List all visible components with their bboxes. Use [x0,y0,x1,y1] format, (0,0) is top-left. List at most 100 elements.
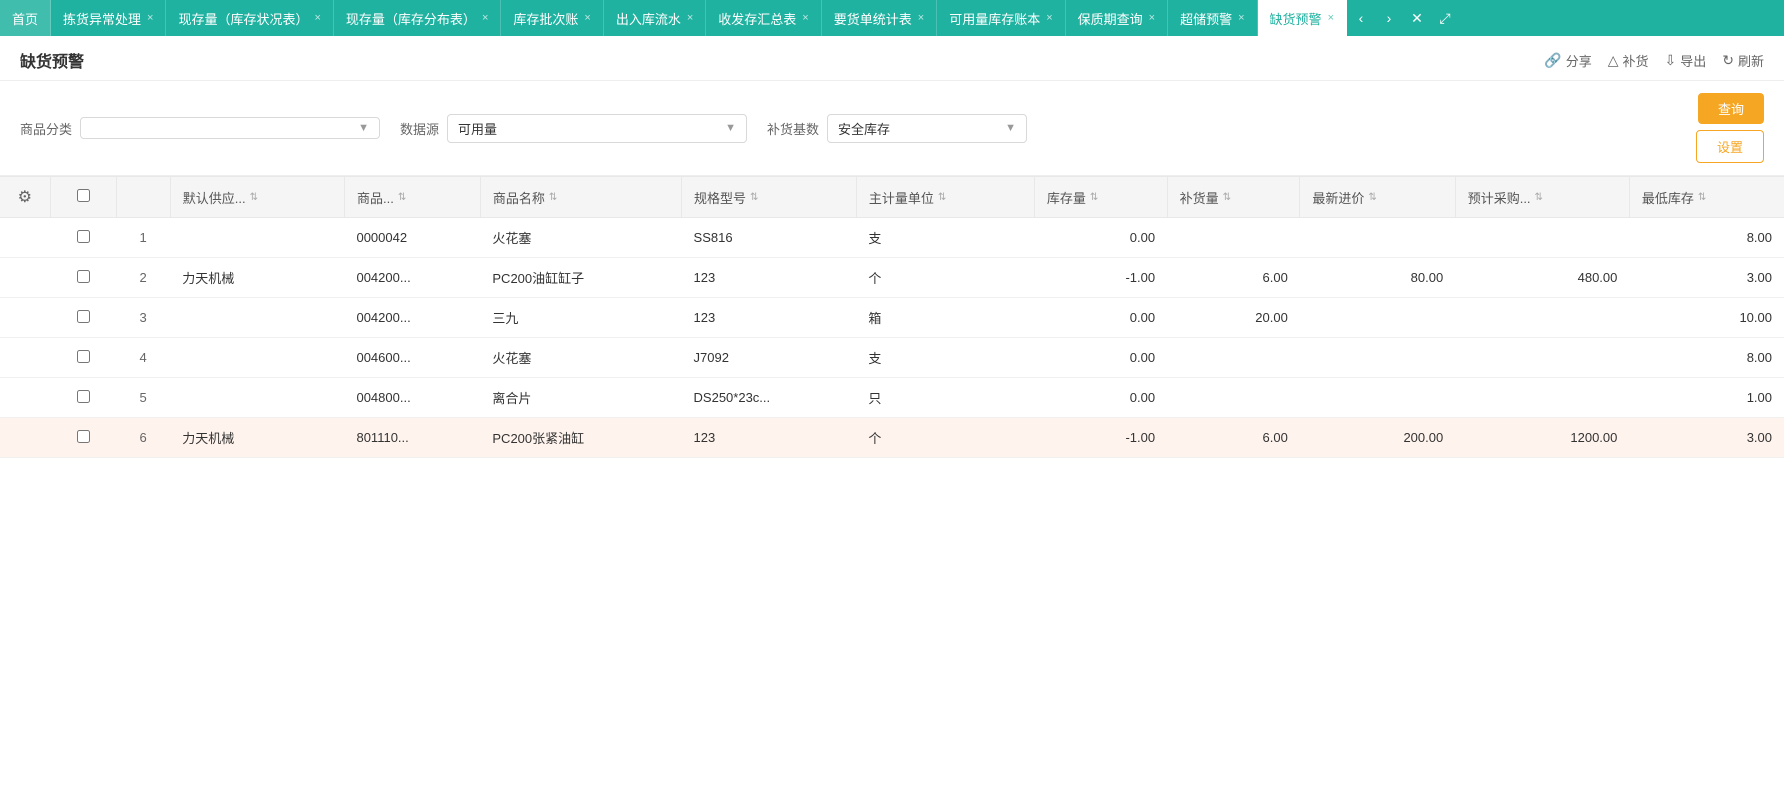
td-default-supplier [170,338,344,378]
tab-expiry[interactable]: 保质期查询 × [1066,0,1168,36]
row-checkbox[interactable] [77,350,90,363]
td-checkbox[interactable] [50,298,116,338]
tab-close-in-out-flow[interactable]: × [687,12,693,24]
tab-close-recv-summary[interactable]: × [802,12,808,24]
td-checkbox[interactable] [50,218,116,258]
replenish-base-label: 补货基数 [767,119,819,138]
tab-close-available-ledger[interactable]: × [1046,12,1052,24]
tab-close-all[interactable]: ✕ [1403,0,1431,36]
th-product-code[interactable]: 商品... ⇅ [344,177,480,218]
tab-close-stock-dist[interactable]: × [482,12,488,24]
tab-close-stock-status[interactable]: × [314,12,320,24]
tab-close-expiry[interactable]: × [1149,12,1155,24]
th-latest-price[interactable]: 最新进价 ⇅ [1300,177,1455,218]
th-estimated-purchase[interactable]: 预计采购... ⇅ [1455,177,1629,218]
main-content: 缺货预警 🔗 分享 △ 补货 ⇩ 导出 ↻ 刷新 商品分类 [0,36,1784,796]
tab-close-batch-account[interactable]: × [584,12,590,24]
tab-overstock[interactable]: 超储预警 × [1168,0,1257,36]
tab-order-stats[interactable]: 要货单统计表 × [822,0,937,36]
replenish-button[interactable]: △ 补货 [1608,51,1649,70]
td-row-num: 2 [116,258,170,298]
td-min-stock: 8.00 [1629,338,1784,378]
tab-in-out-flow[interactable]: 出入库流水 × [604,0,706,36]
tab-close-shortage[interactable]: × [1328,12,1334,24]
td-default-supplier: 力天机械 [170,258,344,298]
table-row: 5 004800... 离合片 DS250*23c... 只 0.00 1.00 [0,378,1784,418]
sort-icon-replenish: ⇅ [1223,192,1231,203]
query-button[interactable]: 查询 [1698,93,1764,124]
td-product-code: 004200... [344,298,480,338]
tab-abnormal[interactable]: 拣货异常处理 × [51,0,166,36]
th-gear: ⚙ [0,177,50,218]
td-row-num: 1 [116,218,170,258]
chevron-down-icon-3: ▼ [1005,122,1016,134]
td-product-name: 离合片 [480,378,681,418]
sort-icon-unit: ⇅ [938,192,946,203]
th-product-name[interactable]: 商品名称 ⇅ [480,177,681,218]
refresh-button[interactable]: ↻ 刷新 [1722,51,1764,70]
td-spec: J7092 [682,338,857,378]
category-select[interactable]: ▼ [80,117,380,139]
datasource-select[interactable]: 可用量 ▼ [447,114,747,143]
tab-stock-dist[interactable]: 现存量（库存分布表） × [334,0,501,36]
sort-icon-stock: ⇅ [1090,192,1098,203]
sort-icon-min-stock: ⇅ [1698,192,1706,203]
table-row: 2 力天机械 004200... PC200油缸缸子 123 个 -1.00 6… [0,258,1784,298]
row-checkbox[interactable] [77,430,90,443]
tab-maximize[interactable]: ⤢ [1431,0,1459,36]
table-row: 6 力天机械 801110... PC200张紧油缸 123 个 -1.00 6… [0,418,1784,458]
table-row: 4 004600... 火花塞 J7092 支 0.00 8.00 [0,338,1784,378]
replenish-icon: △ [1608,52,1619,69]
tab-scroll-right[interactable]: › [1375,0,1403,36]
gear-icon[interactable]: ⚙ [18,189,32,206]
row-checkbox[interactable] [77,390,90,403]
export-button[interactable]: ⇩ 导出 [1665,51,1707,70]
tab-close-order-stats[interactable]: × [918,12,924,24]
filter-right: 查询 设置 [1696,93,1764,163]
tab-shortage[interactable]: 缺货预警 × [1258,0,1347,36]
tab-close-overstock[interactable]: × [1238,12,1244,24]
sort-icon-supplier: ⇅ [250,192,258,203]
tab-stock-status[interactable]: 现存量（库存状况表） × [166,0,333,36]
td-product-name: PC200张紧油缸 [480,418,681,458]
td-row-num: 5 [116,378,170,418]
th-stock[interactable]: 库存量 ⇅ [1034,177,1167,218]
settings-button[interactable]: 设置 [1696,130,1764,163]
tab-available-ledger[interactable]: 可用量库存账本 × [937,0,1065,36]
tab-recv-summary[interactable]: 收发存汇总表 × [706,0,821,36]
td-row-num: 4 [116,338,170,378]
th-min-stock[interactable]: 最低库存 ⇅ [1629,177,1784,218]
th-replenish-qty[interactable]: 补货量 ⇅ [1167,177,1300,218]
tab-home[interactable]: 首页 [0,0,51,36]
td-replenish-qty: 6.00 [1167,258,1300,298]
tab-batch-account[interactable]: 库存批次账 × [501,0,603,36]
td-checkbox[interactable] [50,258,116,298]
th-unit[interactable]: 主计量单位 ⇅ [856,177,1034,218]
datasource-label: 数据源 [400,119,439,138]
row-checkbox[interactable] [77,230,90,243]
td-product-name: 三九 [480,298,681,338]
tab-close-abnormal[interactable]: × [147,12,153,24]
td-checkbox[interactable] [50,378,116,418]
select-all-checkbox[interactable] [77,189,90,202]
td-gear [0,298,50,338]
th-default-supplier[interactable]: 默认供应... ⇅ [170,177,344,218]
td-checkbox[interactable] [50,338,116,378]
td-product-code: 004800... [344,378,480,418]
td-spec: 123 [682,258,857,298]
td-estimated-purchase [1455,218,1629,258]
th-spec[interactable]: 规格型号 ⇅ [682,177,857,218]
td-spec: DS250*23c... [682,378,857,418]
td-stock: 0.00 [1034,378,1167,418]
row-checkbox[interactable] [77,270,90,283]
tab-scroll-left[interactable]: ‹ [1347,0,1375,36]
replenish-base-select[interactable]: 安全库存 ▼ [827,114,1027,143]
share-button[interactable]: 🔗 分享 [1544,51,1591,70]
td-latest-price [1300,218,1455,258]
page-header: 缺货预警 🔗 分享 △ 补货 ⇩ 导出 ↻ 刷新 [0,36,1784,81]
td-spec: SS816 [682,218,857,258]
td-latest-price: 200.00 [1300,418,1455,458]
td-checkbox[interactable] [50,418,116,458]
td-default-supplier [170,378,344,418]
row-checkbox[interactable] [77,310,90,323]
